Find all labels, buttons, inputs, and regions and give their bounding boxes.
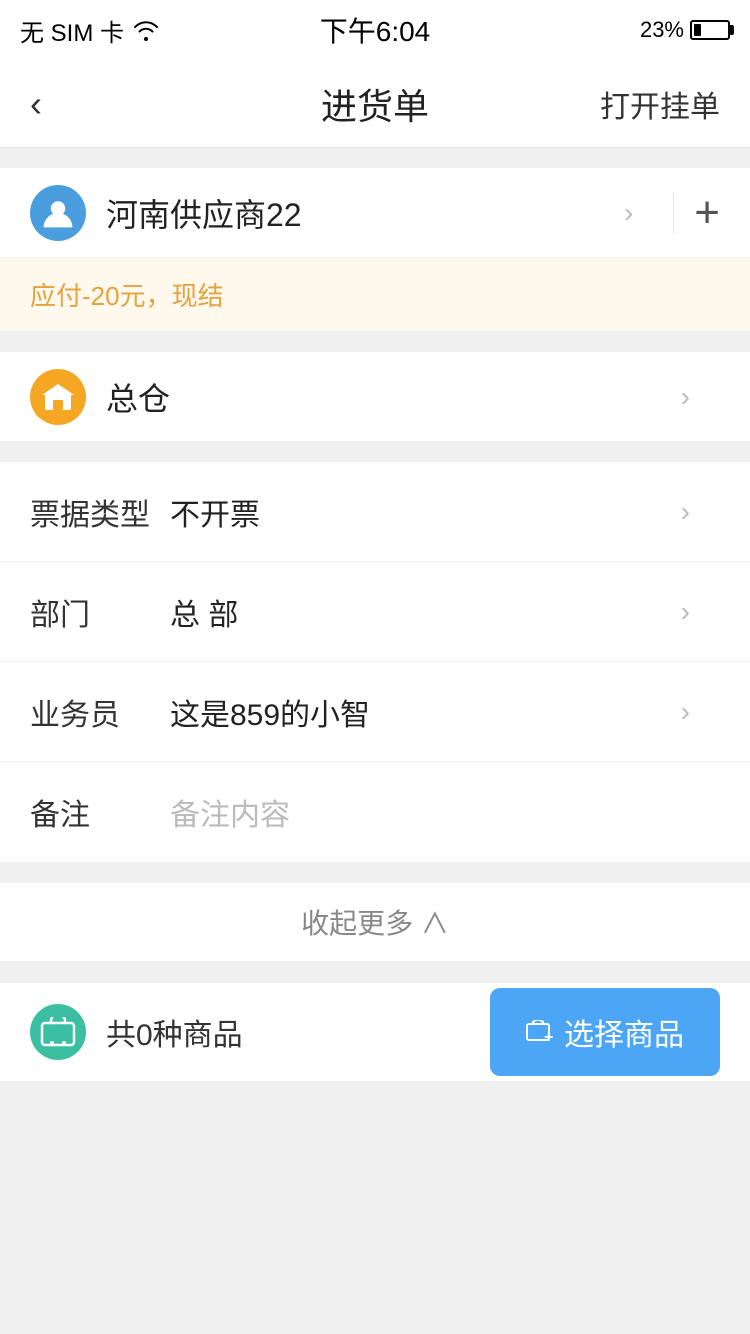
salesman-row[interactable]: 业务员 这是859的小智 › bbox=[0, 662, 750, 762]
supplier-avatar bbox=[30, 185, 86, 241]
open-pending-button[interactable]: 打开挂单 bbox=[600, 82, 720, 126]
supplier-chevron-icon: › bbox=[624, 197, 633, 229]
supplier-section: 河南供应商22 › + 应付-20元，现结 bbox=[0, 168, 750, 332]
wifi-icon bbox=[132, 19, 160, 41]
collapse-row[interactable]: 收起更多 ∧ bbox=[0, 882, 750, 962]
svg-text:+: + bbox=[544, 1029, 553, 1044]
warehouse-icon bbox=[41, 380, 75, 414]
add-supplier-button[interactable]: + bbox=[694, 188, 720, 238]
supplier-row[interactable]: 河南供应商22 › + bbox=[0, 168, 750, 258]
department-chevron-icon: › bbox=[681, 596, 690, 628]
warehouse-row[interactable]: 总仓 › bbox=[0, 352, 750, 442]
department-value: 总 部 bbox=[170, 590, 681, 634]
invoice-chevron-icon: › bbox=[681, 496, 690, 528]
vertical-divider bbox=[673, 193, 674, 233]
product-icon-bg bbox=[30, 1004, 86, 1060]
user-icon bbox=[40, 195, 76, 231]
notice-bar: 应付-20元，现结 bbox=[0, 258, 750, 332]
page-title: 进货单 bbox=[321, 78, 429, 130]
status-bar: 无 SIM 卡 下午6:04 23% bbox=[0, 0, 750, 60]
status-right: 23% bbox=[640, 17, 730, 43]
carrier-text: 无 SIM 卡 bbox=[20, 13, 124, 48]
salesman-value: 这是859的小智 bbox=[170, 690, 681, 734]
product-count-text: 共0种商品 bbox=[106, 1010, 490, 1054]
invoice-type-value: 不开票 bbox=[170, 490, 681, 534]
salesman-label: 业务员 bbox=[30, 690, 170, 734]
bottom-bar: 共0种商品 + 选择商品 bbox=[0, 982, 750, 1082]
department-label: 部门 bbox=[30, 590, 170, 634]
warehouse-name: 总仓 bbox=[106, 374, 681, 420]
warehouse-icon-bg bbox=[30, 369, 86, 425]
collapse-label: 收起更多 ∧ bbox=[301, 902, 449, 942]
back-button[interactable]: ‹ bbox=[30, 83, 90, 125]
remark-row[interactable]: 备注 备注内容 bbox=[0, 762, 750, 862]
invoice-type-row[interactable]: 票据类型 不开票 › bbox=[0, 462, 750, 562]
remark-label: 备注 bbox=[30, 790, 170, 834]
status-left: 无 SIM 卡 bbox=[20, 13, 160, 48]
invoice-type-label: 票据类型 bbox=[30, 490, 170, 534]
select-product-button[interactable]: + 选择商品 bbox=[490, 988, 720, 1076]
cart-icon bbox=[40, 1017, 76, 1047]
nav-bar: ‹ 进货单 打开挂单 bbox=[0, 60, 750, 148]
remark-input[interactable]: 备注内容 bbox=[170, 790, 720, 834]
form-section: 票据类型 不开票 › 部门 总 部 › 业务员 这是859的小智 › 备注 备注… bbox=[0, 462, 750, 862]
section-divider-1 bbox=[0, 148, 750, 168]
select-cart-icon: + bbox=[526, 1020, 554, 1044]
supplier-name: 河南供应商22 bbox=[106, 190, 624, 236]
salesman-chevron-icon: › bbox=[681, 696, 690, 728]
select-product-label: 选择商品 bbox=[564, 1010, 684, 1054]
notice-text: 应付-20元，现结 bbox=[30, 281, 224, 311]
warehouse-chevron-icon: › bbox=[681, 381, 690, 413]
battery-icon bbox=[690, 20, 730, 40]
battery-percent: 23% bbox=[640, 17, 684, 43]
status-time: 下午6:04 bbox=[320, 10, 431, 50]
department-row[interactable]: 部门 总 部 › bbox=[0, 562, 750, 662]
